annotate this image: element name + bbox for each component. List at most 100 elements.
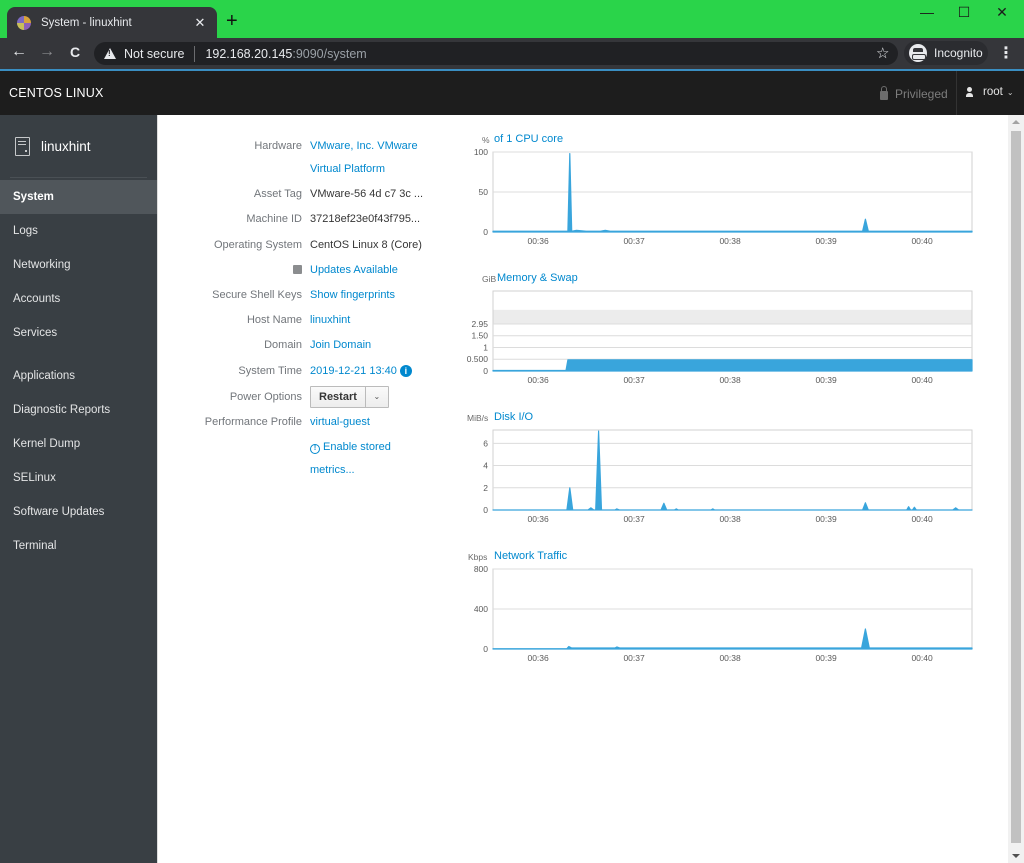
browser-tab[interactable]: System - linuxhint ✕ xyxy=(7,7,217,38)
sidebar-item-networking[interactable]: Networking xyxy=(0,248,157,282)
user-icon xyxy=(966,87,973,97)
join-domain-link[interactable]: Join Domain xyxy=(310,336,371,354)
y-tick-label: 100 xyxy=(474,147,488,157)
power-options-label: Power Options xyxy=(229,391,302,403)
omnibox-divider xyxy=(194,45,196,62)
updates-available-link[interactable]: Updates Available xyxy=(310,261,398,279)
machine-id-label: Machine ID xyxy=(246,213,302,225)
sidebar-item-logs[interactable]: Logs xyxy=(0,214,157,248)
updates-label-cell xyxy=(157,261,310,279)
y-tick-label: 50 xyxy=(479,187,489,197)
content-border xyxy=(157,115,158,863)
empty-label xyxy=(157,160,310,178)
privileged-button[interactable]: Privileged xyxy=(880,85,948,101)
maximize-icon[interactable]: ☐ xyxy=(954,4,974,21)
x-tick-label: 00:40 xyxy=(911,653,933,663)
y-tick-label: 0 xyxy=(483,505,488,515)
hardware-link[interactable]: VMware, Inc. VMware xyxy=(310,137,418,155)
y-tick-label: 1 xyxy=(483,342,488,352)
info-row-time: System Time 2019-12-21 13:40 i xyxy=(157,362,457,380)
hardware-link-line2[interactable]: Virtual Platform xyxy=(310,160,385,178)
enable-metrics-link-line2[interactable]: metrics... xyxy=(310,461,355,479)
restart-button[interactable]: Restart xyxy=(311,387,366,407)
sidebar-item-applications[interactable]: Applications xyxy=(0,359,157,393)
lock-icon xyxy=(880,85,888,100)
info-row-hardware-cont: Virtual Platform xyxy=(157,160,457,178)
info-icon[interactable]: i xyxy=(399,365,412,378)
host-name: linuxhint xyxy=(41,138,91,154)
hardware-label: Hardware xyxy=(254,140,302,152)
sidebar-item-terminal[interactable]: Terminal xyxy=(0,529,157,563)
scroll-down-arrow-icon[interactable] xyxy=(1012,854,1020,858)
x-tick-label: 00:38 xyxy=(719,653,741,663)
scroll-up-arrow-icon[interactable] xyxy=(1012,120,1020,124)
new-tab-button[interactable]: + xyxy=(226,11,238,31)
address-bar[interactable]: Not secure 192.168.20.145 :9090/system xyxy=(94,42,898,65)
sidebar-item-system[interactable]: System xyxy=(0,180,157,214)
sidebar-item-selinux[interactable]: SELinux xyxy=(0,461,157,495)
memory-chart: GiB Memory & Swap 0 0.500 1 1.50 2.95 00:36 00… xyxy=(457,272,977,404)
y-tick-label: 0.500 xyxy=(467,354,489,364)
show-fingerprints-link[interactable]: Show fingerprints xyxy=(310,286,395,304)
x-tick-label: 00:39 xyxy=(815,375,837,385)
performance-profile-link[interactable]: virtual-guest xyxy=(310,413,370,431)
info-row-metrics-cont: metrics... xyxy=(157,461,457,479)
sidebar-item-services[interactable]: Services xyxy=(0,316,157,350)
x-tick-label: 00:40 xyxy=(911,514,933,524)
enable-metrics-link[interactable]: ! Enable stored xyxy=(310,438,391,456)
sidebar-divider xyxy=(10,177,147,178)
bookmark-star-icon[interactable]: ☆ xyxy=(876,44,889,62)
x-tick-label: 00:38 xyxy=(719,375,741,385)
ssh-label: Secure Shell Keys xyxy=(212,289,302,301)
domain-label: Domain xyxy=(264,339,302,351)
sidebar-item-accounts[interactable]: Accounts xyxy=(0,282,157,316)
privileged-label: Privileged xyxy=(895,87,948,101)
plot-area xyxy=(492,429,973,511)
info-row-updates: Updates Available xyxy=(157,261,457,279)
favicon-icon xyxy=(17,15,31,30)
security-status[interactable]: Not secure xyxy=(124,47,184,61)
url-host: 192.168.20.145 xyxy=(205,46,293,61)
sidebar-item-software-updates[interactable]: Software Updates xyxy=(0,495,157,529)
url-path: :9090/system xyxy=(292,46,367,61)
forward-arrow-icon[interactable]: → xyxy=(37,43,57,61)
x-tick-label: 00:39 xyxy=(815,514,837,524)
tab-close-icon[interactable]: ✕ xyxy=(193,15,207,31)
x-tick-label: 00:36 xyxy=(527,375,549,385)
info-row-ssh: Secure Shell Keys Show fingerprints xyxy=(157,286,457,304)
power-options-group: Restart ⌄ xyxy=(310,386,389,408)
os-value: CentOS Linux 8 (Core) xyxy=(310,239,422,251)
chart-svg: 0 0.500 11.50 2.95 00:36 00:37 00:38 00:39 00:40 xyxy=(467,290,973,385)
power-dropdown-toggle[interactable]: ⌄ xyxy=(366,387,388,407)
bug-icon xyxy=(293,265,302,274)
hostname-link[interactable]: linuxhint xyxy=(310,311,350,329)
reload-icon[interactable]: C xyxy=(65,44,85,60)
sidebar-item-kernel-dump[interactable]: Kernel Dump xyxy=(0,427,157,461)
incognito-label: Incognito xyxy=(934,46,983,60)
browser-titlebar: System - linuxhint ✕ + — ☐ ✕ xyxy=(0,0,1024,38)
hostname-label: Host Name xyxy=(246,314,302,326)
exclamation-circle-icon: ! xyxy=(310,444,320,454)
browser-menu-icon[interactable]: ⋮ xyxy=(998,43,1014,63)
system-time-link[interactable]: 2019-12-21 13:40 xyxy=(310,365,397,377)
host-switcher[interactable]: linuxhint xyxy=(0,115,157,177)
sidebar: linuxhint System Logs Networking Account… xyxy=(0,115,157,863)
minimize-icon[interactable]: — xyxy=(917,4,937,20)
x-tick-label: 00:37 xyxy=(623,514,645,524)
x-tick-label: 00:37 xyxy=(623,375,645,385)
back-arrow-icon[interactable]: ← xyxy=(9,43,29,61)
x-tick-label: 00:40 xyxy=(911,236,933,246)
y-tick-label: 400 xyxy=(474,604,488,614)
brand-title: CENTOS LINUX xyxy=(9,86,104,100)
vertical-scrollbar[interactable] xyxy=(1008,115,1024,863)
window-close-icon[interactable]: ✕ xyxy=(992,4,1012,21)
sidebar-item-diagnostic-reports[interactable]: Diagnostic Reports xyxy=(0,393,157,427)
user-name: root xyxy=(983,86,1003,98)
scroll-thumb[interactable] xyxy=(1011,131,1021,843)
user-menu[interactable]: root ⌄ xyxy=(966,86,1014,98)
info-row-performance: Performance Profile virtual-guest xyxy=(157,413,457,431)
incognito-badge[interactable]: Incognito xyxy=(904,41,988,65)
performance-profile-label: Performance Profile xyxy=(204,416,302,428)
main-content: Hardware VMware, Inc. VMware Virtual Pla… xyxy=(157,115,1008,863)
